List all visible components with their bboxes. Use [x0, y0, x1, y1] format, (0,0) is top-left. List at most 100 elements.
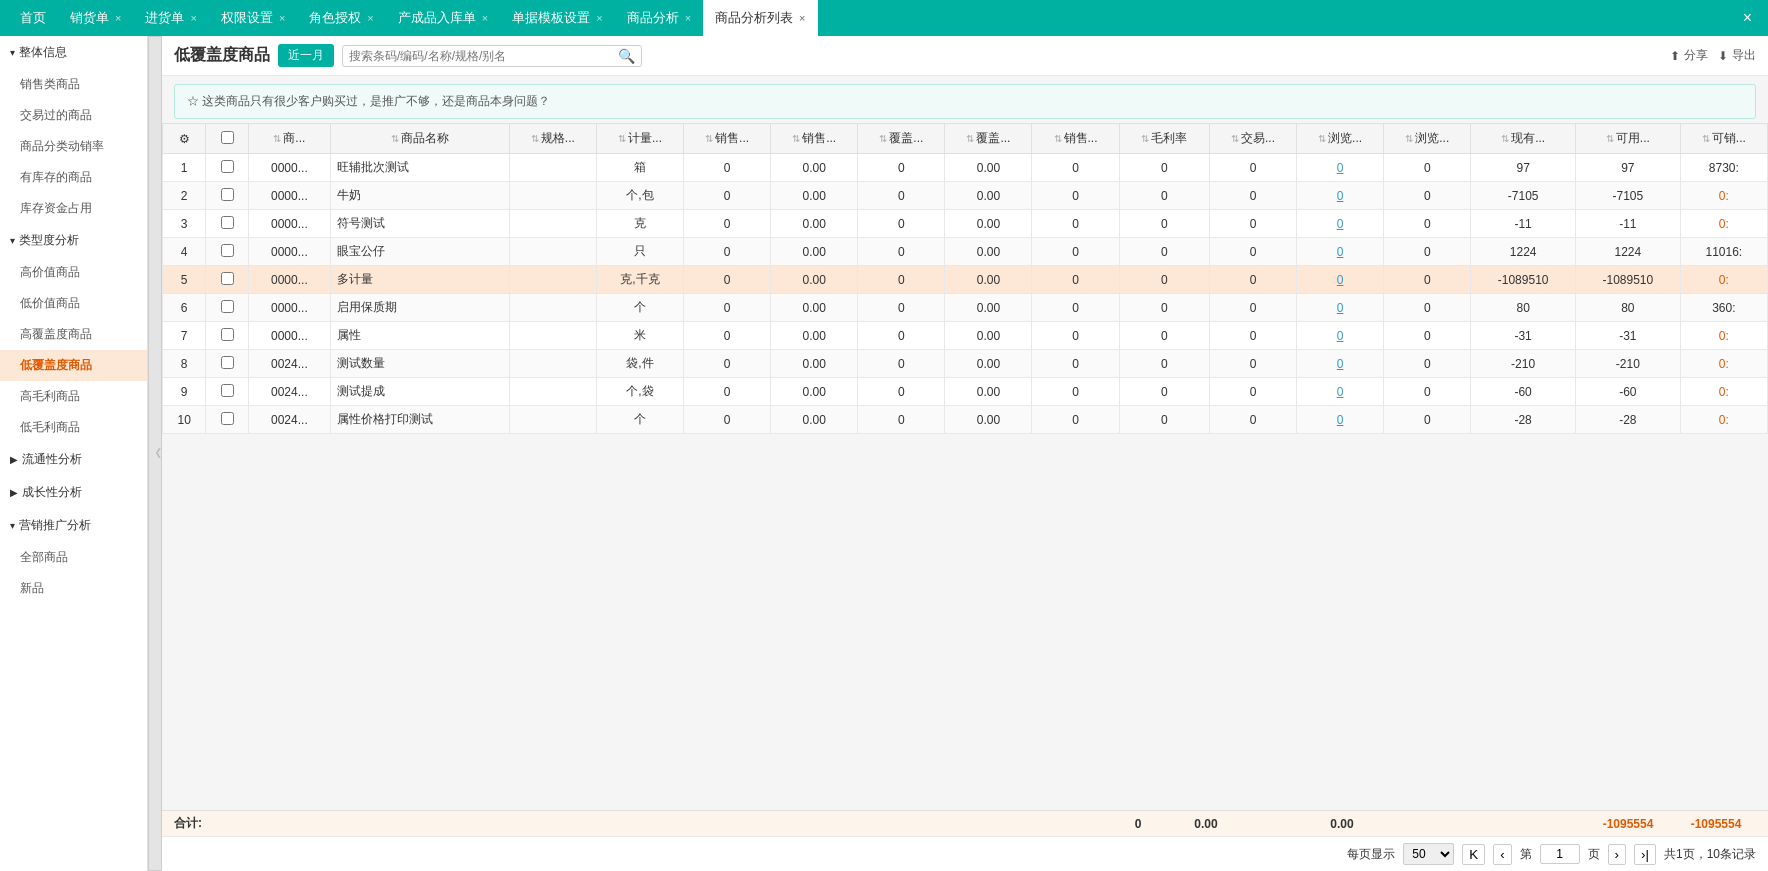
nav-permissions[interactable]: 权限设置 ×	[209, 0, 297, 36]
prev-page-btn[interactable]: ‹	[1493, 844, 1511, 865]
table-wrapper[interactable]: ⚙ ⇅商... ⇅商品名称 ⇅规格... ⇅计量... ⇅销售... ⇅销售..…	[162, 123, 1768, 810]
select-all-checkbox[interactable]	[221, 131, 234, 144]
sidebar-item-new-goods[interactable]: 新品	[0, 573, 147, 604]
sidebar-item-all-goods[interactable]: 全部商品	[0, 542, 147, 573]
nav-close-goods-analysis[interactable]: ×	[685, 12, 691, 24]
row-checkbox[interactable]	[221, 160, 234, 173]
page-size-select[interactable]: 50 10 20 100	[1403, 843, 1454, 865]
sidebar-section-marketing[interactable]: ▾ 营销推广分析	[0, 509, 147, 542]
first-page-btn[interactable]: K	[1462, 844, 1485, 865]
sidebar-item-low-value[interactable]: 低价值商品	[0, 288, 147, 319]
nav-close-goods-list[interactable]: ×	[799, 12, 805, 24]
browse-link[interactable]: 0	[1337, 245, 1344, 259]
search-box[interactable]: 🔍	[342, 45, 642, 67]
col-salable[interactable]: ⇅可销...	[1680, 124, 1767, 154]
col-code[interactable]: ⇅商...	[249, 124, 331, 154]
col-checkbox[interactable]	[206, 124, 249, 154]
nav-close-sales[interactable]: ×	[115, 12, 121, 24]
sidebar-item-high-value[interactable]: 高价值商品	[0, 257, 147, 288]
cell-browse1[interactable]: 0	[1297, 350, 1384, 378]
col-available-stock[interactable]: ⇅可用...	[1575, 124, 1680, 154]
col-gross-margin[interactable]: ⇅毛利率	[1119, 124, 1209, 154]
nav-roles[interactable]: 角色授权 ×	[297, 0, 385, 36]
col-sale-amt[interactable]: ⇅销售...	[771, 124, 858, 154]
browse-link[interactable]: 0	[1337, 161, 1344, 175]
row-checkbox[interactable]	[221, 272, 234, 285]
share-button[interactable]: ⬆ 分享	[1670, 47, 1708, 64]
nav-close-finished[interactable]: ×	[482, 12, 488, 24]
cell-checkbox[interactable]	[206, 182, 249, 210]
export-button[interactable]: ⬇ 导出	[1718, 47, 1756, 64]
nav-goods-analysis[interactable]: 商品分析 ×	[615, 0, 703, 36]
cell-browse1[interactable]: 0	[1297, 238, 1384, 266]
sidebar-item-traded-goods[interactable]: 交易过的商品	[0, 100, 147, 131]
cell-checkbox[interactable]	[206, 406, 249, 434]
sidebar-item-stock-capital[interactable]: 库存资金占用	[0, 193, 147, 224]
nav-close-template[interactable]: ×	[596, 12, 602, 24]
col-current-stock[interactable]: ⇅现有...	[1471, 124, 1576, 154]
search-input[interactable]	[349, 49, 618, 63]
col-settings[interactable]: ⚙	[163, 124, 206, 154]
browse-link[interactable]: 0	[1337, 217, 1344, 231]
col-sale3[interactable]: ⇅销售...	[1032, 124, 1119, 154]
browse-link[interactable]: 0	[1337, 189, 1344, 203]
nav-sales[interactable]: 销货单 ×	[58, 0, 133, 36]
row-checkbox[interactable]	[221, 384, 234, 397]
cell-browse1[interactable]: 0	[1297, 406, 1384, 434]
cell-checkbox[interactable]	[206, 350, 249, 378]
cell-checkbox[interactable]	[206, 294, 249, 322]
sidebar-item-category-sales-rate[interactable]: 商品分类动销率	[0, 131, 147, 162]
sidebar-collapse-btn[interactable]: 《	[148, 36, 162, 871]
cell-browse1[interactable]: 0	[1297, 378, 1384, 406]
cell-browse1[interactable]: 0	[1297, 210, 1384, 238]
browse-link[interactable]: 0	[1337, 301, 1344, 315]
last-page-btn[interactable]: ›|	[1634, 844, 1656, 865]
col-unit[interactable]: ⇅计量...	[596, 124, 683, 154]
cell-checkbox[interactable]	[206, 210, 249, 238]
cell-browse1[interactable]: 0	[1297, 154, 1384, 182]
current-page-input[interactable]	[1540, 844, 1580, 864]
row-checkbox[interactable]	[221, 412, 234, 425]
nav-home[interactable]: 首页	[8, 0, 58, 36]
row-checkbox[interactable]	[221, 216, 234, 229]
row-checkbox[interactable]	[221, 328, 234, 341]
sidebar-item-low-coverage[interactable]: 低覆盖度商品	[0, 350, 147, 381]
cell-browse1[interactable]: 0	[1297, 266, 1384, 294]
col-browse2[interactable]: ⇅浏览...	[1384, 124, 1471, 154]
cell-checkbox[interactable]	[206, 154, 249, 182]
cell-checkbox[interactable]	[206, 322, 249, 350]
period-button[interactable]: 近一月	[278, 44, 334, 67]
sidebar-item-sales-goods[interactable]: 销售类商品	[0, 69, 147, 100]
browse-link[interactable]: 0	[1337, 385, 1344, 399]
browse-link[interactable]: 0	[1337, 357, 1344, 371]
col-cover2[interactable]: ⇅覆盖...	[945, 124, 1032, 154]
col-cover1[interactable]: ⇅覆盖...	[858, 124, 945, 154]
col-trade[interactable]: ⇅交易...	[1209, 124, 1296, 154]
row-checkbox[interactable]	[221, 300, 234, 313]
nav-close-purchase[interactable]: ×	[190, 12, 196, 24]
col-browse1[interactable]: ⇅浏览...	[1297, 124, 1384, 154]
browse-link[interactable]: 0	[1337, 413, 1344, 427]
col-spec[interactable]: ⇅规格...	[509, 124, 596, 154]
sidebar-item-low-margin[interactable]: 低毛利商品	[0, 412, 147, 443]
row-checkbox[interactable]	[221, 244, 234, 257]
next-page-btn[interactable]: ›	[1608, 844, 1626, 865]
nav-global-close[interactable]: ×	[1735, 9, 1760, 27]
cell-checkbox[interactable]	[206, 238, 249, 266]
col-sale-qty[interactable]: ⇅销售...	[684, 124, 771, 154]
cell-checkbox[interactable]	[206, 266, 249, 294]
nav-goods-analysis-list[interactable]: 商品分析列表 ×	[703, 0, 817, 36]
cell-browse1[interactable]: 0	[1297, 294, 1384, 322]
cell-browse1[interactable]: 0	[1297, 322, 1384, 350]
browse-link[interactable]: 0	[1337, 329, 1344, 343]
sidebar-item-stock-goods[interactable]: 有库存的商品	[0, 162, 147, 193]
row-checkbox[interactable]	[221, 188, 234, 201]
nav-template[interactable]: 单据模板设置 ×	[500, 0, 614, 36]
sidebar-item-high-margin[interactable]: 高毛利商品	[0, 381, 147, 412]
nav-finished-goods[interactable]: 产成品入库单 ×	[386, 0, 500, 36]
browse-link[interactable]: 0	[1337, 273, 1344, 287]
cell-browse1[interactable]: 0	[1297, 182, 1384, 210]
sidebar-section-type-analysis[interactable]: ▾ 类型度分析	[0, 224, 147, 257]
col-name[interactable]: ⇅商品名称	[330, 124, 509, 154]
sidebar-section-growth[interactable]: ▶ 成长性分析	[0, 476, 147, 509]
